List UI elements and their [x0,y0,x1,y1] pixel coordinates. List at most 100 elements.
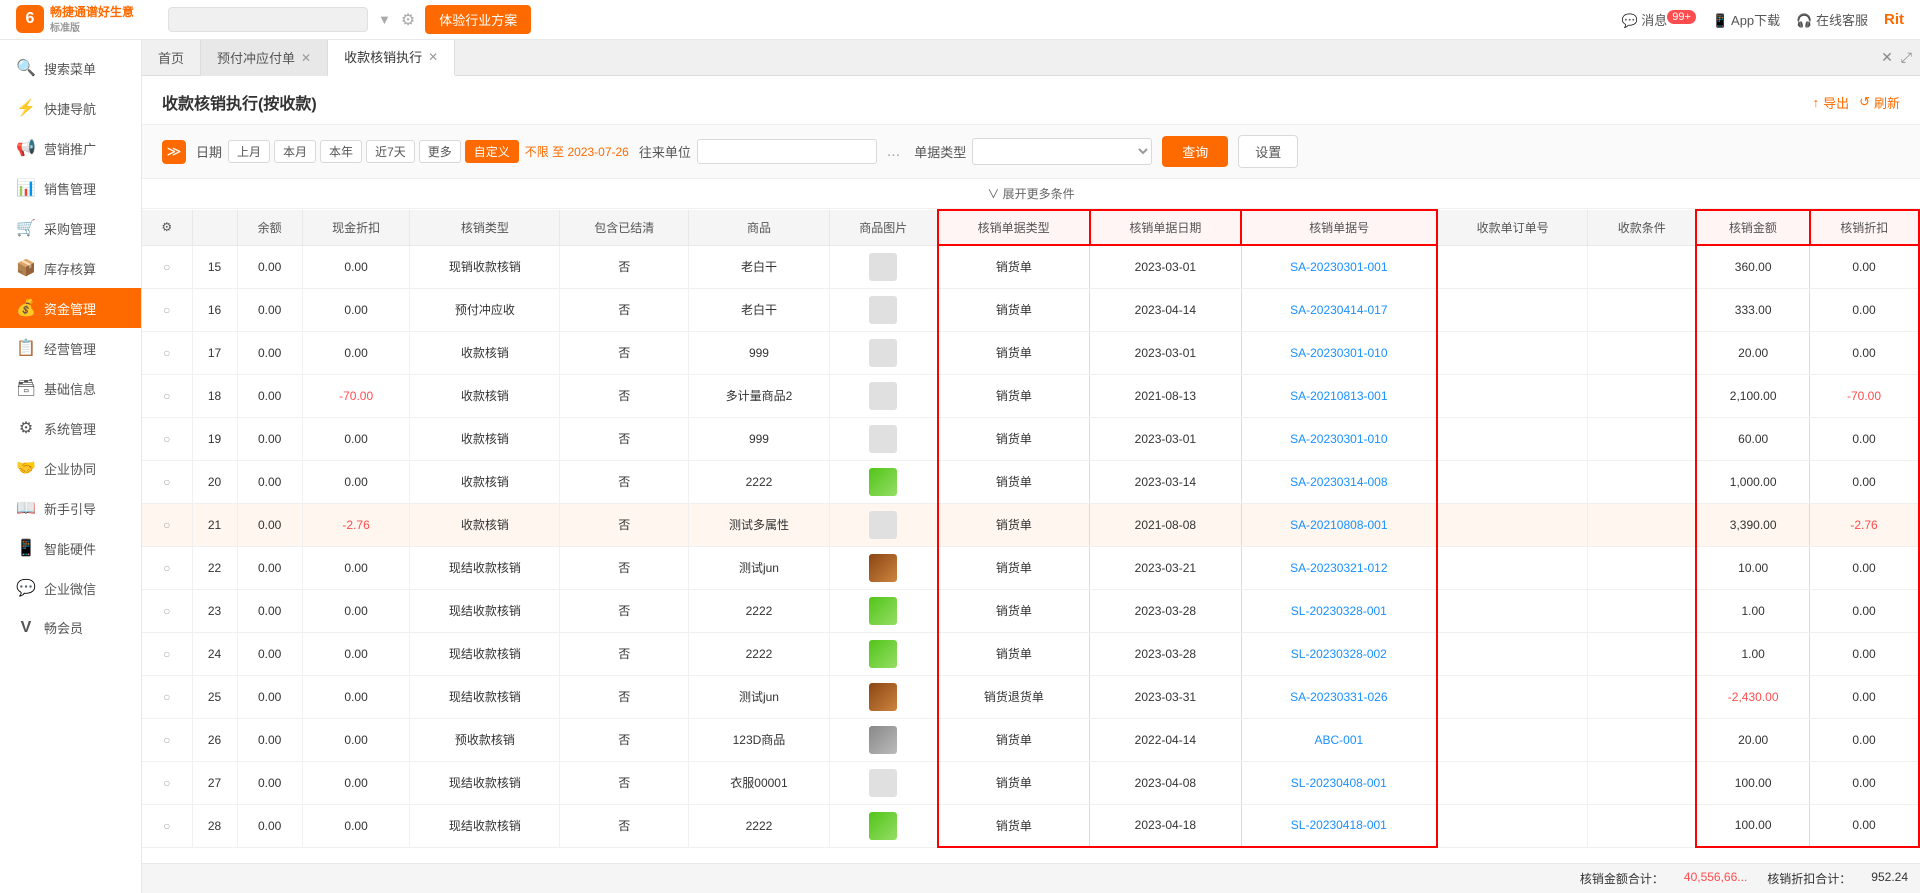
writeoff-doc-link[interactable]: SA-20210813-001 [1290,389,1387,403]
refresh-button[interactable]: ↺ 刷新 [1859,93,1900,112]
filter-date-this-month[interactable]: 本月 [274,140,316,163]
col-writeoff-doc-no[interactable]: ABC-001 [1241,718,1437,761]
col-writeoff-amount: 2,100.00 [1696,374,1809,417]
page-actions: ↑ 导出 ↺ 刷新 [1813,93,1900,112]
dropdown-arrow-icon: ▼ [378,12,391,27]
writeoff-doc-link[interactable]: SA-20210808-001 [1290,518,1387,532]
writeoff-doc-link[interactable]: SA-20230331-026 [1290,690,1387,704]
col-gear[interactable]: ○ [142,804,192,847]
col-gear[interactable]: ○ [142,675,192,718]
col-writeoff-doc-no[interactable]: SA-20230301-010 [1241,331,1437,374]
col-gear[interactable]: ○ [142,589,192,632]
tab-prepayment-close[interactable]: ✕ [301,51,311,65]
sidebar-item-marketing[interactable]: 📢 营销推广 [0,128,141,168]
sidebar-item-quicknav[interactable]: ⚡ 快捷导航 [0,88,141,128]
query-button[interactable]: 查询 [1162,136,1228,167]
writeoff-doc-link[interactable]: SA-20230321-012 [1290,561,1387,575]
sidebar-item-operations[interactable]: 📋 经营管理 [0,328,141,368]
col-gear[interactable]: ○ [142,374,192,417]
message-item[interactable]: 💬 消息99+ [1621,10,1696,29]
col-writeoff-doc-no[interactable]: SA-20230331-026 [1241,675,1437,718]
col-writeoff-doc-no[interactable]: SA-20230314-008 [1241,460,1437,503]
col-writeoff-doc-no[interactable]: SA-20230321-012 [1241,546,1437,589]
col-gear[interactable]: ○ [142,417,192,460]
filter-doctype-select[interactable] [972,138,1152,165]
col-gear[interactable]: ○ [142,460,192,503]
sidebar-item-collab[interactable]: 🤝 企业协同 [0,448,141,488]
search-input[interactable] [168,7,368,32]
sidebar-item-finance[interactable]: 💰 资金管理 [0,288,141,328]
settings-icon[interactable]: ⚙ [401,10,415,30]
filter-date-more[interactable]: 更多 [419,140,461,163]
col-writeoff-doc-type: 销货单 [938,245,1090,288]
col-gear[interactable]: ○ [142,718,192,761]
col-gear-header[interactable]: ⚙ [142,210,192,245]
sidebar-item-search[interactable]: 🔍 搜索菜单 [0,48,141,88]
col-gear[interactable]: ○ [142,503,192,546]
col-writeoff-doc-no[interactable]: SA-20230301-001 [1241,245,1437,288]
sidebar-item-wechat[interactable]: 💬 企业微信 [0,568,141,608]
filter-unit-dots[interactable]: ... [883,143,904,161]
col-writeoff-discount: 0.00 [1810,632,1919,675]
filter-unit-input[interactable] [697,139,877,164]
filter-collapse-button[interactable]: ≫ [162,140,186,164]
expand-more-button[interactable]: ∨ 展开更多条件 [987,185,1074,202]
col-writeoff-amount: 3,390.00 [1696,503,1809,546]
writeoff-doc-link[interactable]: SA-20230414-017 [1290,303,1387,317]
tab-writeoff-close[interactable]: ✕ [428,50,438,64]
app-download-item[interactable]: 📱 App下载 [1712,10,1780,29]
table-wrapper[interactable]: ⚙ 余额 现金折扣 核销类型 包含已结清 商品 商品图片 核销单据类型 核销单据… [142,209,1920,863]
sidebar-item-purchase[interactable]: 🛒 采购管理 [0,208,141,248]
gear-icon[interactable]: ⚙ [161,220,172,234]
writeoff-doc-link[interactable]: SA-20230301-010 [1290,346,1387,360]
writeoff-doc-link[interactable]: SA-20230301-010 [1290,432,1387,446]
sidebar-item-inventory[interactable]: 📦 库存核算 [0,248,141,288]
col-gear[interactable]: ○ [142,632,192,675]
col-gear[interactable]: ○ [142,546,192,589]
sidebar-item-guide[interactable]: 📖 新手引导 [0,488,141,528]
col-cash-discount: 0.00 [302,546,410,589]
filter-date-custom[interactable]: 自定义 [465,140,519,163]
tab-right-buttons: ✕ ⤢ [1873,49,1920,66]
sidebar-item-system[interactable]: ⚙ 系统管理 [0,408,141,448]
tab-writeoff[interactable]: 收款核销执行 ✕ [328,40,455,76]
col-balance: 0.00 [237,245,302,288]
tab-home[interactable]: 首页 [142,40,201,76]
tab-prepayment[interactable]: 预付冲应付单 ✕ [201,40,328,76]
col-writeoff-doc-no[interactable]: SA-20210813-001 [1241,374,1437,417]
filter-date-7days[interactable]: 近7天 [366,140,415,163]
col-writeoff-doc-no[interactable]: SA-20230301-010 [1241,417,1437,460]
col-gear[interactable]: ○ [142,288,192,331]
export-button[interactable]: ↑ 导出 [1813,93,1850,112]
sidebar-item-member[interactable]: V 畅会员 [0,608,141,647]
filter-date-this-year[interactable]: 本年 [320,140,362,163]
col-product-img [829,546,938,589]
sidebar-item-sales[interactable]: 📊 销售管理 [0,168,141,208]
writeoff-doc-link[interactable]: SL-20230408-001 [1291,776,1387,790]
filter-date-prev-month[interactable]: 上月 [228,140,270,163]
writeoff-doc-link[interactable]: SL-20230418-001 [1291,818,1387,832]
col-writeoff-discount: -70.00 [1810,374,1919,417]
col-writeoff-doc-no[interactable]: SL-20230328-002 [1241,632,1437,675]
sidebar-item-hardware[interactable]: 📱 智能硬件 [0,528,141,568]
tab-close-button[interactable]: ✕ [1881,49,1893,66]
writeoff-doc-link[interactable]: SA-20230301-001 [1290,260,1387,274]
col-gear[interactable]: ○ [142,761,192,804]
col-gear[interactable]: ○ [142,245,192,288]
filter-setting-button[interactable]: 设置 [1238,135,1298,168]
col-writeoff-doc-no[interactable]: SL-20230328-001 [1241,589,1437,632]
col-gear[interactable]: ○ [142,331,192,374]
industry-solution-button[interactable]: 体验行业方案 [425,5,531,34]
col-writeoff-doc-no[interactable]: SL-20230418-001 [1241,804,1437,847]
writeoff-doc-link[interactable]: SL-20230328-002 [1291,647,1387,661]
col-writeoff-doc-no[interactable]: SA-20210808-001 [1241,503,1437,546]
writeoff-doc-link[interactable]: SL-20230328-001 [1291,604,1387,618]
col-writeoff-doc-no[interactable]: SA-20230414-017 [1241,288,1437,331]
col-balance: 0.00 [237,675,302,718]
online-service-item[interactable]: 🎧 在线客服 [1796,10,1868,29]
sidebar-item-basic-info[interactable]: 🗃 基础信息 [0,368,141,408]
tab-maximize-button[interactable]: ⤢ [1901,49,1912,66]
writeoff-doc-link[interactable]: ABC-001 [1314,733,1363,747]
writeoff-doc-link[interactable]: SA-20230314-008 [1290,475,1387,489]
col-writeoff-doc-no[interactable]: SL-20230408-001 [1241,761,1437,804]
